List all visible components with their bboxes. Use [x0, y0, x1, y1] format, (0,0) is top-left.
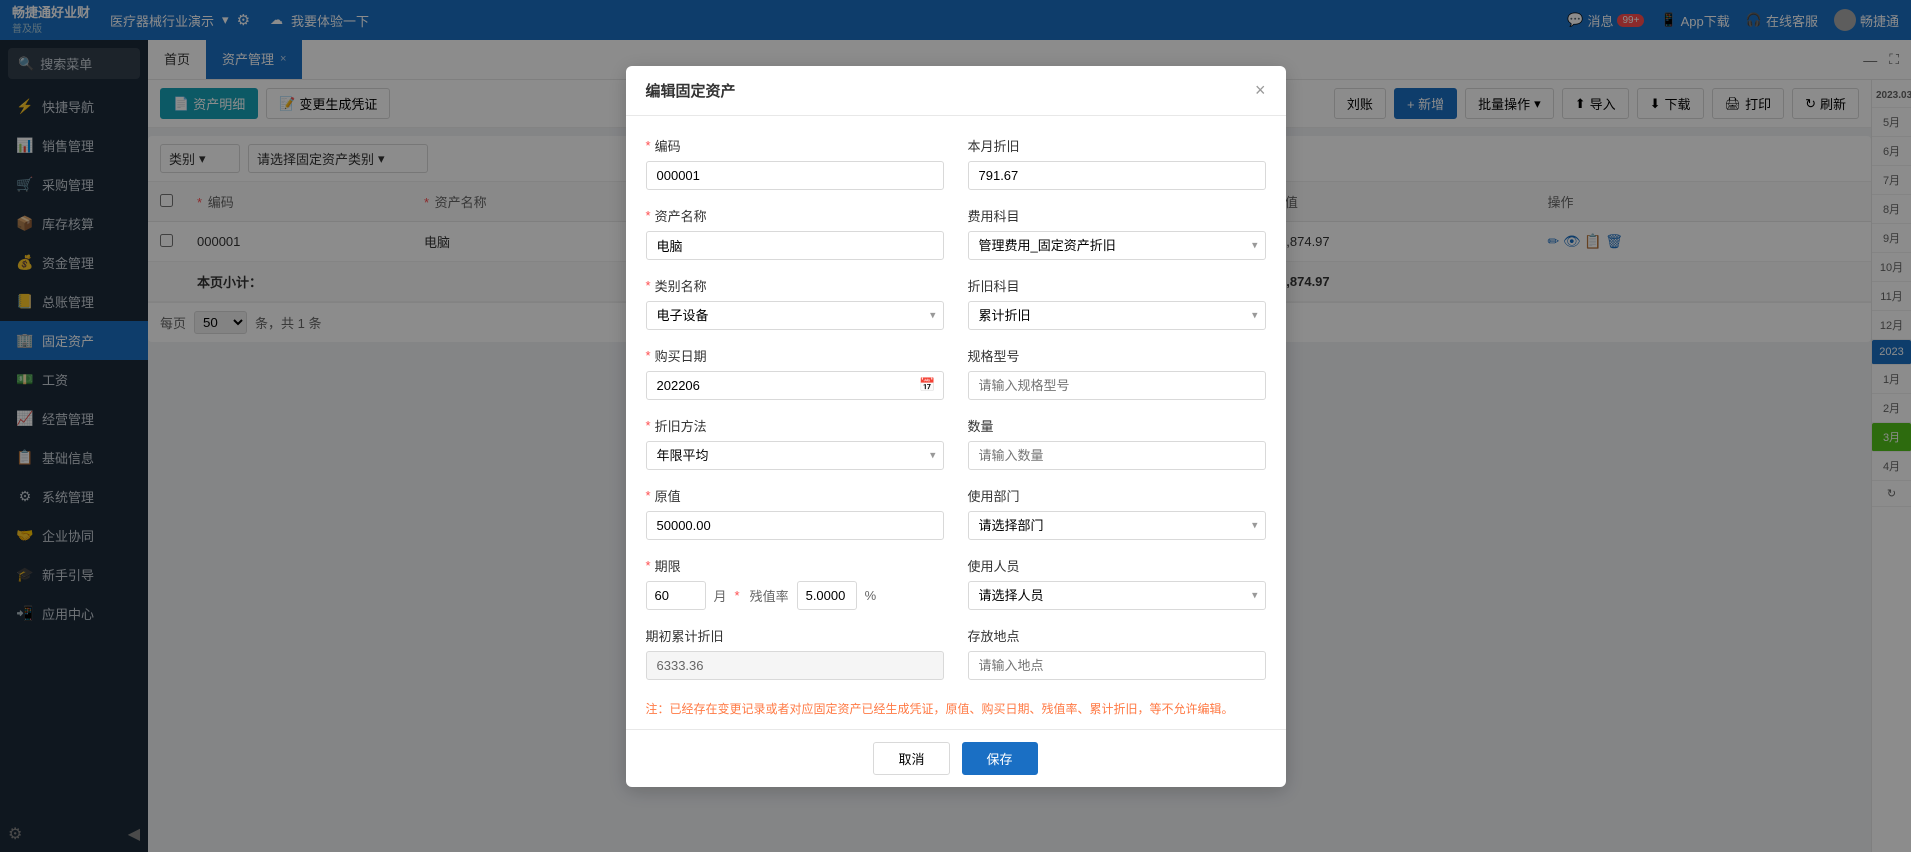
- code-input[interactable]: [646, 161, 944, 190]
- modal-body: * 编码 本月折旧 * 资产名称 费用科目 管理费: [626, 116, 1286, 700]
- modal-overlay: 编辑固定资产 × * 编码 本月折旧 * 资产名称: [0, 0, 1911, 852]
- initial-accum-label: 期初累计折旧: [646, 626, 944, 645]
- person-label: 使用人员: [968, 556, 1266, 575]
- period-unit: 月: [714, 586, 727, 605]
- department-select[interactable]: 请选择部门: [968, 511, 1266, 540]
- monthly-dep-label: 本月折旧: [968, 136, 1266, 155]
- modal-close-btn[interactable]: ×: [1255, 80, 1266, 101]
- form-row-asset-name: * 资产名称: [646, 206, 944, 260]
- form-row-code: * 编码: [646, 136, 944, 190]
- expense-subject-select[interactable]: 管理费用_固定资产折旧: [968, 231, 1266, 260]
- purchase-date-input[interactable]: [646, 371, 944, 400]
- residual-rate-label: 残值率: [750, 586, 789, 605]
- form-row-location: 存放地点: [968, 626, 1266, 680]
- form-row-dep-subject: 折旧科目 累计折旧 ▾: [968, 276, 1266, 330]
- quantity-input[interactable]: [968, 441, 1266, 470]
- monthly-dep-input[interactable]: [968, 161, 1266, 190]
- residual-rate-input[interactable]: [797, 581, 857, 610]
- quantity-label: 数量: [968, 416, 1266, 435]
- model-input[interactable]: [968, 371, 1266, 400]
- form-row-person: 使用人员 请选择人员 ▾: [968, 556, 1266, 610]
- edit-asset-modal: 编辑固定资产 × * 编码 本月折旧 * 资产名称: [626, 66, 1286, 787]
- original-value-input[interactable]: [646, 511, 944, 540]
- code-label: * 编码: [646, 136, 944, 155]
- dep-method-select[interactable]: 年限平均: [646, 441, 944, 470]
- form-row-department: 使用部门 请选择部门 ▾: [968, 486, 1266, 540]
- department-label: 使用部门: [968, 486, 1266, 505]
- purchase-date-wrapper: 📅: [646, 371, 944, 400]
- calendar-icon[interactable]: 📅: [919, 377, 935, 393]
- initial-accum-input: [646, 651, 944, 680]
- asset-name-input[interactable]: [646, 231, 944, 260]
- form-row-quantity: 数量: [968, 416, 1266, 470]
- person-select[interactable]: 请选择人员: [968, 581, 1266, 610]
- form-row-model: 规格型号: [968, 346, 1266, 400]
- model-label: 规格型号: [968, 346, 1266, 365]
- form-row-original-value: * 原值: [646, 486, 944, 540]
- category-label: * 类别名称: [646, 276, 944, 295]
- dep-method-label: * 折旧方法: [646, 416, 944, 435]
- form-row-expense-subject: 费用科目 管理费用_固定资产折旧 ▾: [968, 206, 1266, 260]
- expense-subject-label: 费用科目: [968, 206, 1266, 225]
- category-select[interactable]: 电子设备: [646, 301, 944, 330]
- form-row-initial-accum: 期初累计折旧: [646, 626, 944, 680]
- form-row-dep-method: * 折旧方法 年限平均 ▾: [646, 416, 944, 470]
- form-row-category: * 类别名称 电子设备 ▾: [646, 276, 944, 330]
- modal-footer: 取消 保存: [626, 729, 1286, 787]
- period-residual-inline: 月 * 残值率 %: [646, 581, 944, 610]
- form-row-purchase-date: * 购买日期 📅: [646, 346, 944, 400]
- asset-name-label: * 资产名称: [646, 206, 944, 225]
- form-row-monthly-dep: 本月折旧: [968, 136, 1266, 190]
- residual-unit: %: [865, 588, 877, 603]
- original-value-label: * 原值: [646, 486, 944, 505]
- modal-note: 注：已经存在变更记录或者对应固定资产已经生成凭证，原值、购买日期、残值率、累计折…: [626, 700, 1286, 729]
- dep-subject-label: 折旧科目: [968, 276, 1266, 295]
- cancel-button[interactable]: 取消: [873, 742, 949, 775]
- period-input[interactable]: [646, 581, 706, 610]
- expense-subject-select-wrapper: 管理费用_固定资产折旧 ▾: [968, 231, 1266, 260]
- dep-subject-select[interactable]: 累计折旧: [968, 301, 1266, 330]
- save-button[interactable]: 保存: [962, 742, 1038, 775]
- category-select-wrapper: 电子设备 ▾: [646, 301, 944, 330]
- location-label: 存放地点: [968, 626, 1266, 645]
- person-select-wrapper: 请选择人员 ▾: [968, 581, 1266, 610]
- purchase-date-label: * 购买日期: [646, 346, 944, 365]
- dep-method-select-wrapper: 年限平均 ▾: [646, 441, 944, 470]
- dep-subject-select-wrapper: 累计折旧 ▾: [968, 301, 1266, 330]
- modal-header: 编辑固定资产 ×: [626, 66, 1286, 116]
- form-row-period-residual: * 期限 月 * 残值率 %: [646, 556, 944, 610]
- department-select-wrapper: 请选择部门 ▾: [968, 511, 1266, 540]
- modal-title: 编辑固定资产: [646, 80, 736, 101]
- period-label: * 期限: [646, 556, 944, 575]
- location-input[interactable]: [968, 651, 1266, 680]
